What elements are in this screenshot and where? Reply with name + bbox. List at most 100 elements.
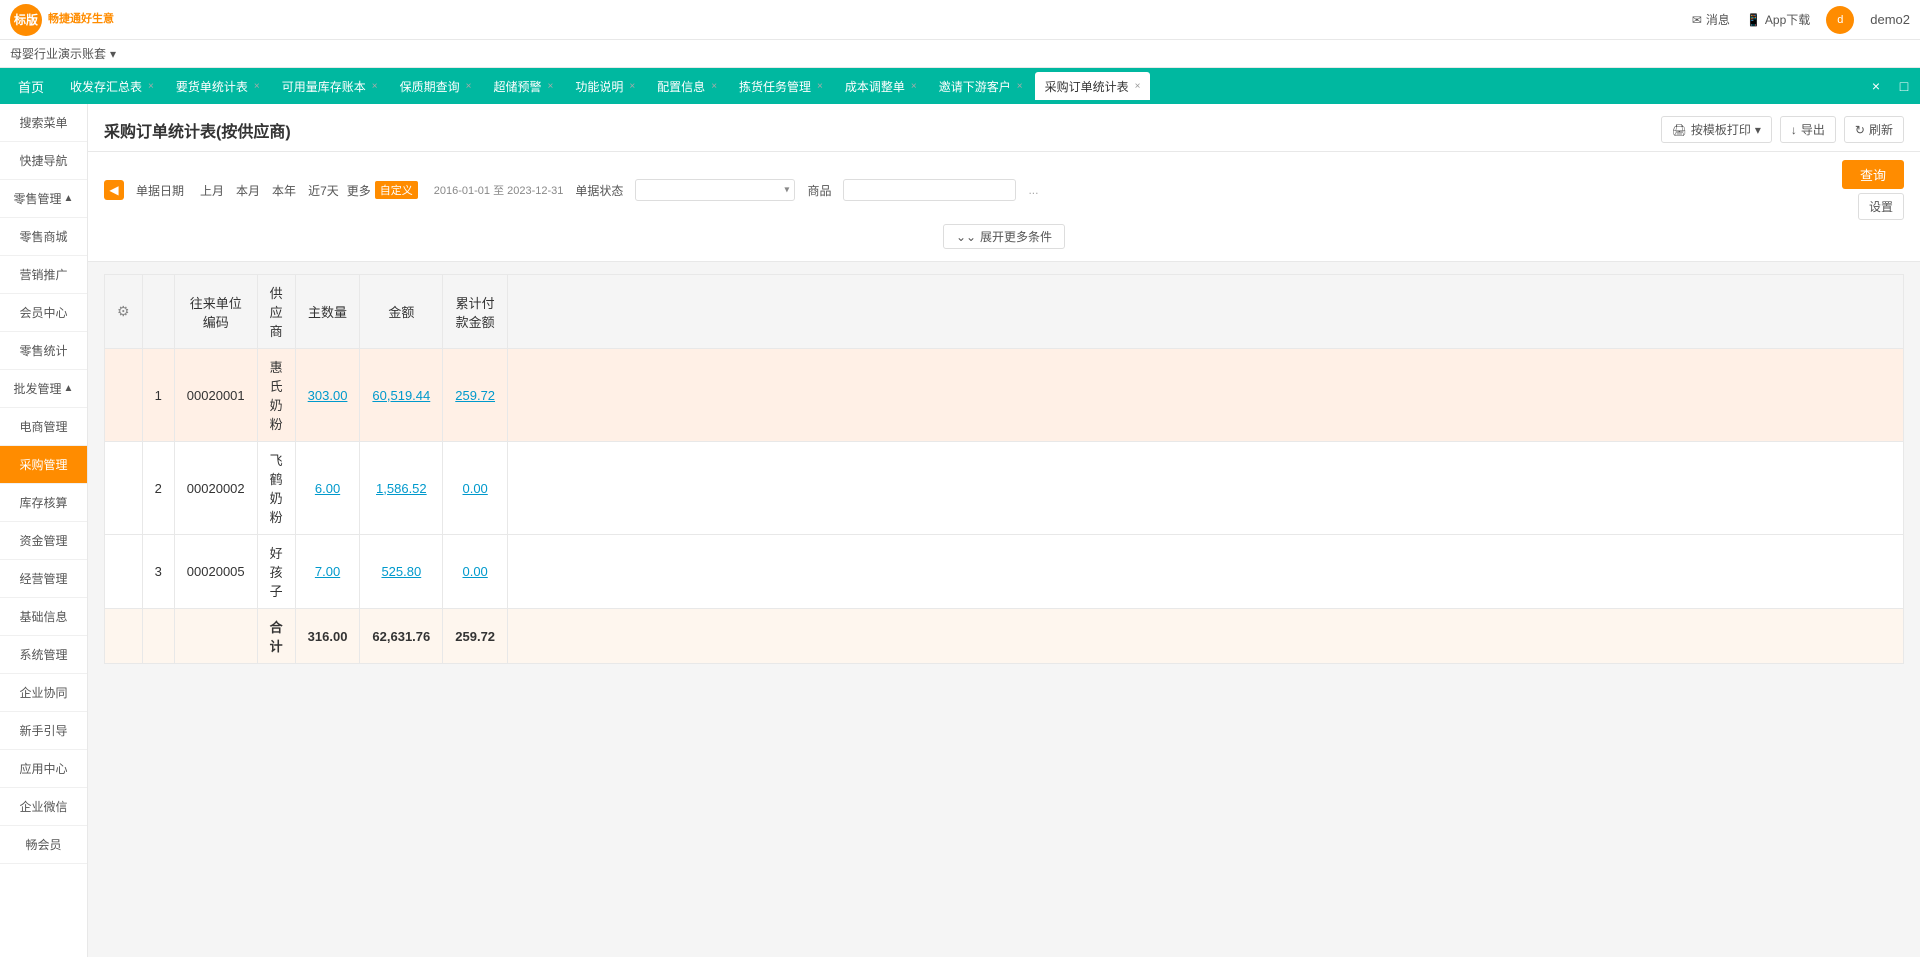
tab-3[interactable]: 保质期查询 × [390, 72, 482, 100]
column-settings-icon[interactable]: ⚙ [117, 303, 130, 319]
goods-input[interactable] [843, 179, 1016, 201]
td-extra-3 [508, 535, 1904, 609]
qty-link-3[interactable]: 7.00 [315, 564, 340, 579]
tab-close-3[interactable]: × [466, 81, 472, 92]
date-btn-more[interactable]: 更多 [347, 182, 371, 199]
workspace-selector[interactable]: 母婴行业演示账套 ▾ [10, 45, 116, 62]
td-no-2: 2 [142, 442, 174, 535]
expand-more-button[interactable]: ⌄⌄ 展开更多条件 [943, 224, 1065, 249]
tab-close-4[interactable]: × [547, 81, 553, 92]
td-settings-1 [105, 349, 143, 442]
tab-close-2[interactable]: × [372, 81, 378, 92]
sidebar-item-retail-mgmt[interactable]: 零售管理 ▲ [0, 180, 87, 218]
tab-close-8[interactable]: × [911, 81, 917, 92]
paid-link-3[interactable]: 0.00 [462, 564, 487, 579]
sidebar-item-search[interactable]: 搜索菜单 [0, 104, 87, 142]
table-container: ⚙ 往来单位编码 供应商 主数量 金额 累计付款金额 1 [88, 262, 1920, 957]
date-btn-this-year[interactable]: 本年 [268, 181, 300, 200]
chevron-down-icon: ▲ [64, 383, 74, 394]
qty-link-2[interactable]: 6.00 [315, 481, 340, 496]
logo-text: 畅捷通好生意 [48, 13, 114, 26]
amount-link-2[interactable]: 1,586.52 [376, 481, 427, 496]
close-all-tabs-button[interactable]: × [1864, 74, 1888, 98]
tab-10[interactable]: 采购订单统计表 × [1035, 72, 1151, 100]
tab-1[interactable]: 要货单统计表 × [166, 72, 270, 100]
tab-label-8: 成本调整单 [845, 78, 905, 95]
app-download-button[interactable]: 📱 App下载 [1746, 11, 1810, 28]
tab-4[interactable]: 超储预警 × [483, 72, 563, 100]
th-settings[interactable]: ⚙ [105, 275, 143, 349]
status-select[interactable] [635, 179, 795, 201]
sidebar-item-label-purchase: 采购管理 [19, 458, 67, 472]
filter-settings-button[interactable]: 设置 [1858, 193, 1904, 220]
tab-close-1[interactable]: × [254, 81, 260, 92]
top-bar: 标版 畅捷通好生意 ✉ 消息 📱 App下载 d demo2 [0, 0, 1920, 40]
date-shortcuts: 上月 本月 本年 近7天 更多 自定义 [196, 181, 418, 200]
paid-link-2[interactable]: 0.00 [462, 481, 487, 496]
tab-0[interactable]: 收发存汇总表 × [60, 72, 164, 100]
sidebar-item-operations[interactable]: 经营管理 [0, 560, 87, 598]
filter-collapse-button[interactable]: ◀ [104, 180, 124, 200]
sidebar-item-finance[interactable]: 资金管理 [0, 522, 87, 560]
sidebar-item-quicknav[interactable]: 快捷导航 [0, 142, 87, 180]
tab-8[interactable]: 成本调整单 × [835, 72, 927, 100]
sidebar-item-newbie[interactable]: 新手引导 [0, 712, 87, 750]
date-btn-this-month[interactable]: 本月 [232, 181, 264, 200]
sidebar-item-ecommerce[interactable]: 电商管理 [0, 408, 87, 446]
tab-7[interactable]: 拣货任务管理 × [729, 72, 833, 100]
sidebar-item-enterprise[interactable]: 企业协同 [0, 674, 87, 712]
amount-link-3[interactable]: 525.80 [381, 564, 421, 579]
sidebar-item-retail-mall[interactable]: 零售商城 [0, 218, 87, 256]
td-paid-1: 259.72 [443, 349, 508, 442]
tab-home[interactable]: 首页 [4, 72, 58, 100]
date-btn-7days[interactable]: 近7天 [304, 181, 343, 200]
message-button[interactable]: ✉ 消息 [1692, 11, 1730, 28]
search-button[interactable]: 查询 [1842, 160, 1904, 189]
sidebar-item-system[interactable]: 系统管理 [0, 636, 87, 674]
sidebar-item-label-quicknav: 快捷导航 [19, 154, 67, 168]
sidebar-item-label-marketing: 营销推广 [19, 268, 67, 282]
sidebar-item-purchase[interactable]: 采购管理 [0, 446, 87, 484]
tab-close-7[interactable]: × [817, 81, 823, 92]
refresh-button[interactable]: ↻ 刷新 [1844, 116, 1904, 143]
sidebar-item-label-inventory: 库存核算 [19, 496, 67, 510]
th-paid-amount: 累计付款金额 [443, 275, 508, 349]
tab-close-6[interactable]: × [711, 81, 717, 92]
goods-more-icon[interactable]: ... [1028, 183, 1038, 197]
sidebar-item-basics[interactable]: 基础信息 [0, 598, 87, 636]
date-btn-last-month[interactable]: 上月 [196, 181, 228, 200]
logo-icon: 标版 [10, 4, 42, 36]
sidebar-item-inventory[interactable]: 库存核算 [0, 484, 87, 522]
export-button[interactable]: ↓ 导出 [1780, 116, 1836, 143]
tab-close-10[interactable]: × [1135, 81, 1141, 92]
tab-5[interactable]: 功能说明 × [565, 72, 645, 100]
qty-link-1[interactable]: 303.00 [308, 388, 348, 403]
tab-6[interactable]: 配置信息 × [647, 72, 727, 100]
sidebar-item-appcenter[interactable]: 应用中心 [0, 750, 87, 788]
sidebar-item-marketing[interactable]: 营销推广 [0, 256, 87, 294]
sidebar-item-vip[interactable]: 畅会员 [0, 826, 87, 864]
sidebar-item-wechat[interactable]: 企业微信 [0, 788, 87, 826]
page-header: 采购订单统计表(按供应商) 🖨 按模板打印 ▾ ↓ 导出 ↻ 刷新 [88, 104, 1920, 152]
td-amount-1: 60,519.44 [360, 349, 443, 442]
tab-close-9[interactable]: × [1017, 81, 1023, 92]
paid-link-1[interactable]: 259.72 [455, 388, 495, 403]
sidebar-item-label-retail-mall: 零售商城 [19, 230, 67, 244]
tab-close-5[interactable]: × [629, 81, 635, 92]
restore-button[interactable]: □ [1892, 74, 1916, 98]
date-custom-badge[interactable]: 自定义 [375, 181, 418, 199]
message-icon: ✉ [1692, 13, 1702, 27]
workspace-bar: 母婴行业演示账套 ▾ [0, 40, 1920, 68]
tab-2[interactable]: 可用量库存账本 × [272, 72, 388, 100]
sidebar-item-label-ecommerce: 电商管理 [19, 420, 67, 434]
tab-9[interactable]: 邀请下游客户 × [929, 72, 1033, 100]
print-button[interactable]: 🖨 按模板打印 ▾ [1661, 116, 1772, 143]
sidebar-item-wholesale-mgmt[interactable]: 批发管理 ▲ [0, 370, 87, 408]
sidebar-item-member[interactable]: 会员中心 [0, 294, 87, 332]
tab-close-0[interactable]: × [148, 81, 154, 92]
filter-bar: ◀ 单据日期 上月 本月 本年 近7天 更多 自定义 2016-01-01 至 … [88, 152, 1920, 262]
amount-link-1[interactable]: 60,519.44 [372, 388, 430, 403]
sidebar-item-retail-stats[interactable]: 零售统计 [0, 332, 87, 370]
date-range-display: 2016-01-01 至 2023-12-31 [434, 182, 564, 198]
td-settings-3 [105, 535, 143, 609]
